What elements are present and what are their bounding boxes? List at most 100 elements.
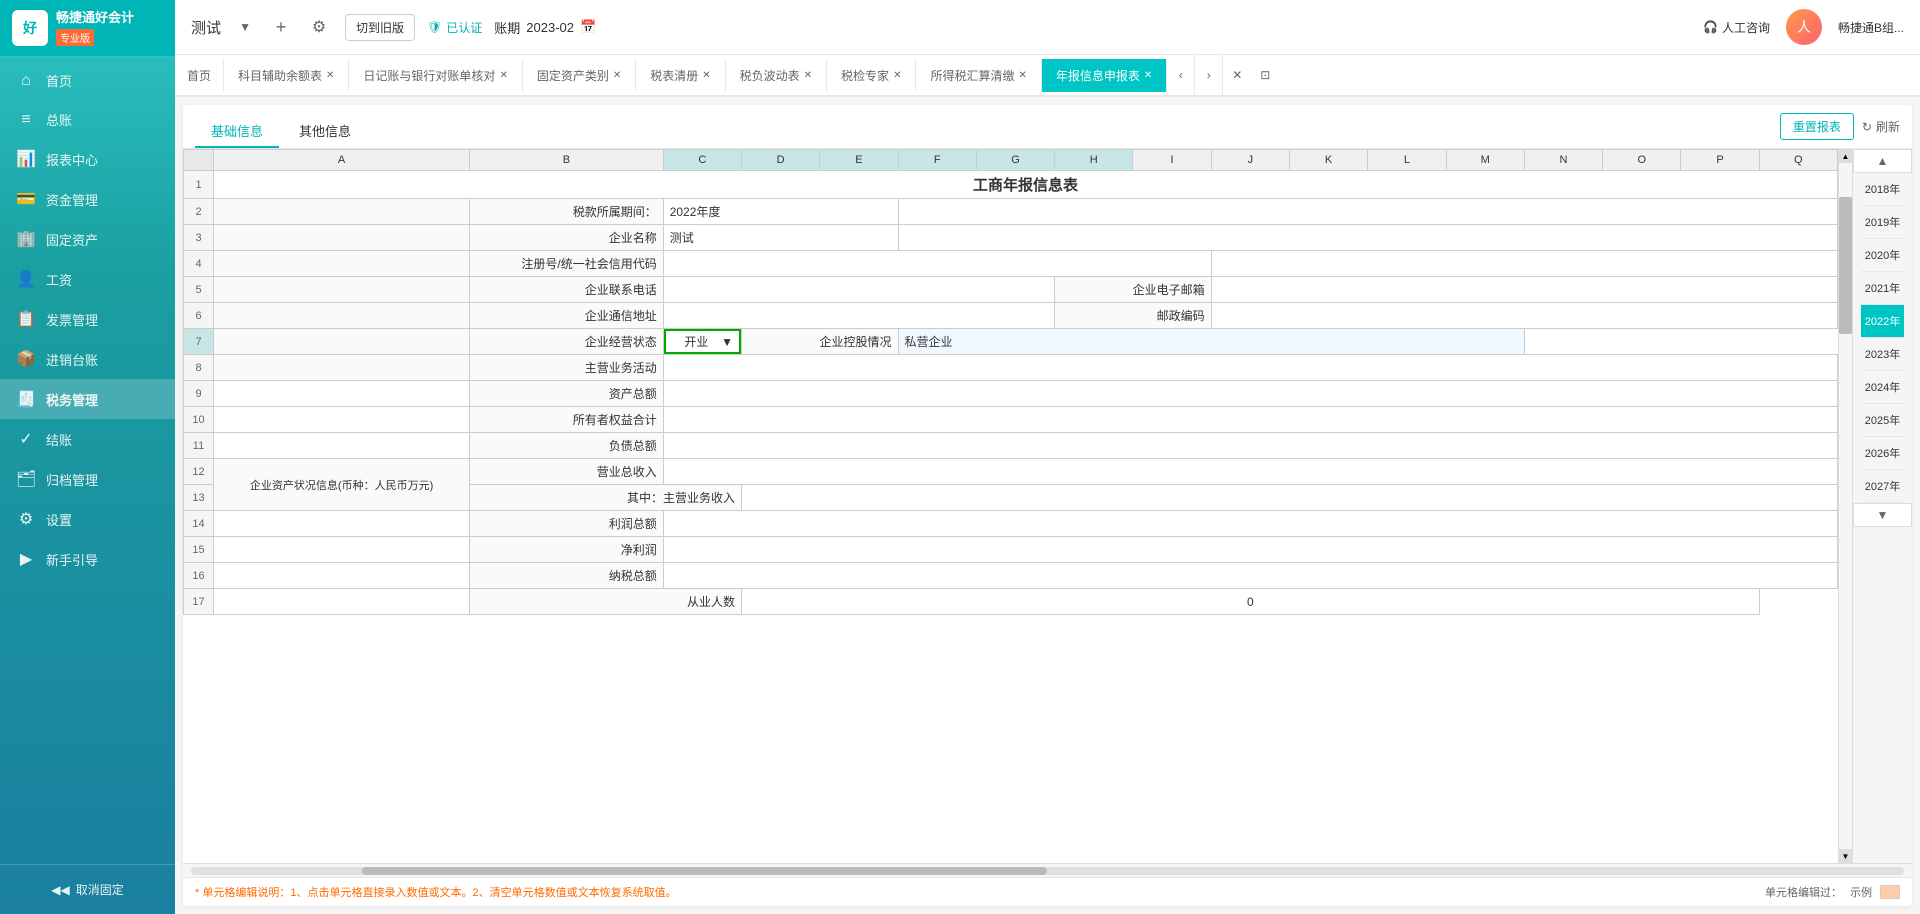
cell-11-C[interactable] [663, 433, 1837, 459]
action-buttons: 重置报表 ↻ 刷新 [1780, 113, 1900, 148]
cell-13-D[interactable] [741, 485, 1837, 511]
cell-10-C[interactable] [663, 407, 1837, 433]
year-item-2020年[interactable]: 2020年 [1861, 239, 1904, 272]
vertical-scrollbar[interactable]: ▲ ▼ [1838, 149, 1852, 863]
year-item-2024年[interactable]: 2024年 [1861, 371, 1904, 404]
tab-income-tax[interactable]: 所得税汇算清缴 ✕ [916, 59, 1041, 92]
year-scroll-down[interactable]: ▼ [1853, 503, 1912, 527]
unpin-button[interactable]: ◀◀ 取消固定 [0, 873, 175, 906]
header-settings-button[interactable]: ⚙ [305, 13, 333, 41]
cell-16-C[interactable] [663, 563, 1837, 589]
spreadsheet-main[interactable]: A B C D E F G H I J K L [183, 149, 1838, 863]
year-scroll-up[interactable]: ▲ [1853, 149, 1912, 173]
switch-old-button[interactable]: 切到旧版 [345, 14, 415, 41]
scroll-thumb[interactable] [1839, 197, 1852, 334]
tab-tax-risk[interactable]: 税负波动表 ✕ [726, 59, 827, 92]
consult-button[interactable]: 🎧 人工咨询 [1703, 19, 1770, 36]
year-item-2025年[interactable]: 2025年 [1861, 404, 1904, 437]
h-scroll-track[interactable] [191, 867, 1904, 875]
year-item-2023年[interactable]: 2023年 [1861, 338, 1904, 371]
cell-9-C[interactable] [663, 381, 1837, 407]
sidebar-item-settings[interactable]: ⚙设置 [0, 499, 175, 539]
tab-tax-return[interactable]: 税表清册 ✕ [636, 59, 725, 92]
user-name[interactable]: 畅捷通B组... [1838, 19, 1904, 36]
cell-2-C[interactable]: 2022年度 [663, 199, 898, 225]
year-item-2019年[interactable]: 2019年 [1861, 206, 1904, 239]
sidebar-item-invoices[interactable]: 📋发票管理 [0, 299, 175, 339]
year-item-2027年[interactable]: 2027年 [1861, 470, 1904, 503]
row-num-1: 1 [184, 171, 214, 199]
year-item-2018年[interactable]: 2018年 [1861, 173, 1904, 206]
sidebar-item-archive[interactable]: 🗂归档管理 [0, 459, 175, 499]
sidebar-item-home[interactable]: ⌂首页 [0, 61, 175, 100]
table-row: 11 负债总额 [184, 433, 1838, 459]
scroll-up-button[interactable]: ▲ [1839, 149, 1852, 163]
sidebar-item-closing[interactable]: ✓结账 [0, 419, 175, 459]
header-add-button[interactable]: + [269, 15, 293, 39]
sidebar-item-guide[interactable]: ▶新手引导 [0, 539, 175, 579]
cell-3-C[interactable]: 测试 [663, 225, 898, 251]
tab-annual-report-close[interactable]: ✕ [1144, 70, 1152, 81]
tab-journal[interactable]: 日记账与银行对账单核对 ✕ [349, 59, 522, 92]
cell-3-B: 企业名称 [470, 225, 664, 251]
refresh-button[interactable]: ↻ 刷新 [1862, 118, 1900, 135]
user-avatar[interactable]: 人 [1786, 9, 1822, 45]
cell-7-C[interactable]: 开业 ▼ [664, 329, 741, 354]
cell-17-D[interactable]: 0 [741, 589, 1759, 615]
sidebar-item-label: 新手引导 [46, 550, 98, 569]
tab-tax-risk-close[interactable]: ✕ [804, 70, 812, 81]
sidebar-item-inventory[interactable]: 📦进销台账 [0, 339, 175, 379]
sidebar-item-tax[interactable]: 🧾税务管理 [0, 379, 175, 419]
calendar-icon[interactable]: 📅 [580, 19, 596, 35]
tab-journal-close[interactable]: ✕ [499, 70, 507, 81]
sidebar-item-ledger[interactable]: ≡总账 [0, 100, 175, 139]
cell-6-B: 企业通信地址 [470, 303, 664, 329]
tab-nav-prev[interactable]: ‹ [1167, 55, 1195, 95]
tab-subsidiary[interactable]: 科目辅助余额表 ✕ [224, 59, 349, 92]
sidebar-item-assets[interactable]: 🏢固定资产 [0, 219, 175, 259]
year-item-2021年[interactable]: 2021年 [1861, 272, 1904, 305]
year-item-2026年[interactable]: 2026年 [1861, 437, 1904, 470]
sidebar-item-funds[interactable]: 💳资金管理 [0, 179, 175, 219]
cell-6-J[interactable] [1211, 303, 1837, 329]
cell-5-J[interactable] [1211, 277, 1837, 303]
cell-1-title[interactable]: 工商年报信息表 [214, 171, 1838, 199]
cell-7-J[interactable]: 私营企业 [898, 329, 1524, 355]
sidebar-item-wages[interactable]: 👤工资 [0, 259, 175, 299]
main-area: 测试 ▼ + ⚙ 切到旧版 🛡 已认证 账期 2023-02 📅 🎧 人工咨询 … [175, 0, 1920, 914]
tab-tax-expert-close[interactable]: ✕ [893, 70, 901, 81]
tab-subsidiary-close[interactable]: ✕ [326, 70, 334, 81]
cell-14-C[interactable] [663, 511, 1837, 537]
dropdown-value: 开业 [672, 333, 721, 350]
cell-5-C[interactable] [663, 277, 1054, 303]
cell-12-C[interactable] [663, 459, 1837, 485]
cell-16-B: 纳税总额 [470, 563, 664, 589]
tab-nav-next[interactable]: › [1195, 55, 1223, 95]
cell-4-C[interactable] [663, 251, 1211, 277]
tab-fixed-asset-close[interactable]: ✕ [613, 70, 621, 81]
reset-button[interactable]: 重置报表 [1780, 113, 1854, 140]
sub-tab-other[interactable]: 其他信息 [283, 115, 367, 148]
header-dropdown-button[interactable]: ▼ [233, 15, 257, 39]
tab-home[interactable]: 首页 [175, 59, 224, 92]
sidebar-item-reports[interactable]: 📊报表中心 [0, 139, 175, 179]
year-item-2022年[interactable]: 2022年 [1861, 305, 1904, 338]
tab-fixed-asset-type[interactable]: 固定资产类别 ✕ [523, 59, 636, 92]
scroll-down-button[interactable]: ▼ [1839, 849, 1852, 863]
tab-expand[interactable]: ⊡ [1251, 55, 1279, 95]
tab-annual-report[interactable]: 年报信息申报表 ✕ [1042, 59, 1167, 92]
tab-annual-report-label: 年报信息申报表 [1056, 67, 1140, 84]
cell-15-C[interactable] [663, 537, 1837, 563]
sub-tab-basic[interactable]: 基础信息 [195, 115, 279, 148]
cell-8-C[interactable] [663, 355, 1837, 381]
tab-tax-expert[interactable]: 税检专家 ✕ [827, 59, 916, 92]
pin-label: 取消固定 [76, 881, 124, 898]
status-right: 单元格编辑过： 示例 [1765, 884, 1900, 900]
horizontal-scrollbar[interactable] [183, 863, 1912, 877]
h-scroll-thumb[interactable] [362, 867, 1047, 875]
scroll-track[interactable] [1839, 163, 1852, 849]
tab-tax-return-close[interactable]: ✕ [702, 70, 710, 81]
tab-income-tax-close[interactable]: ✕ [1018, 70, 1026, 81]
cell-6-C[interactable] [663, 303, 1054, 329]
tab-close-all[interactable]: ✕ [1223, 55, 1251, 95]
